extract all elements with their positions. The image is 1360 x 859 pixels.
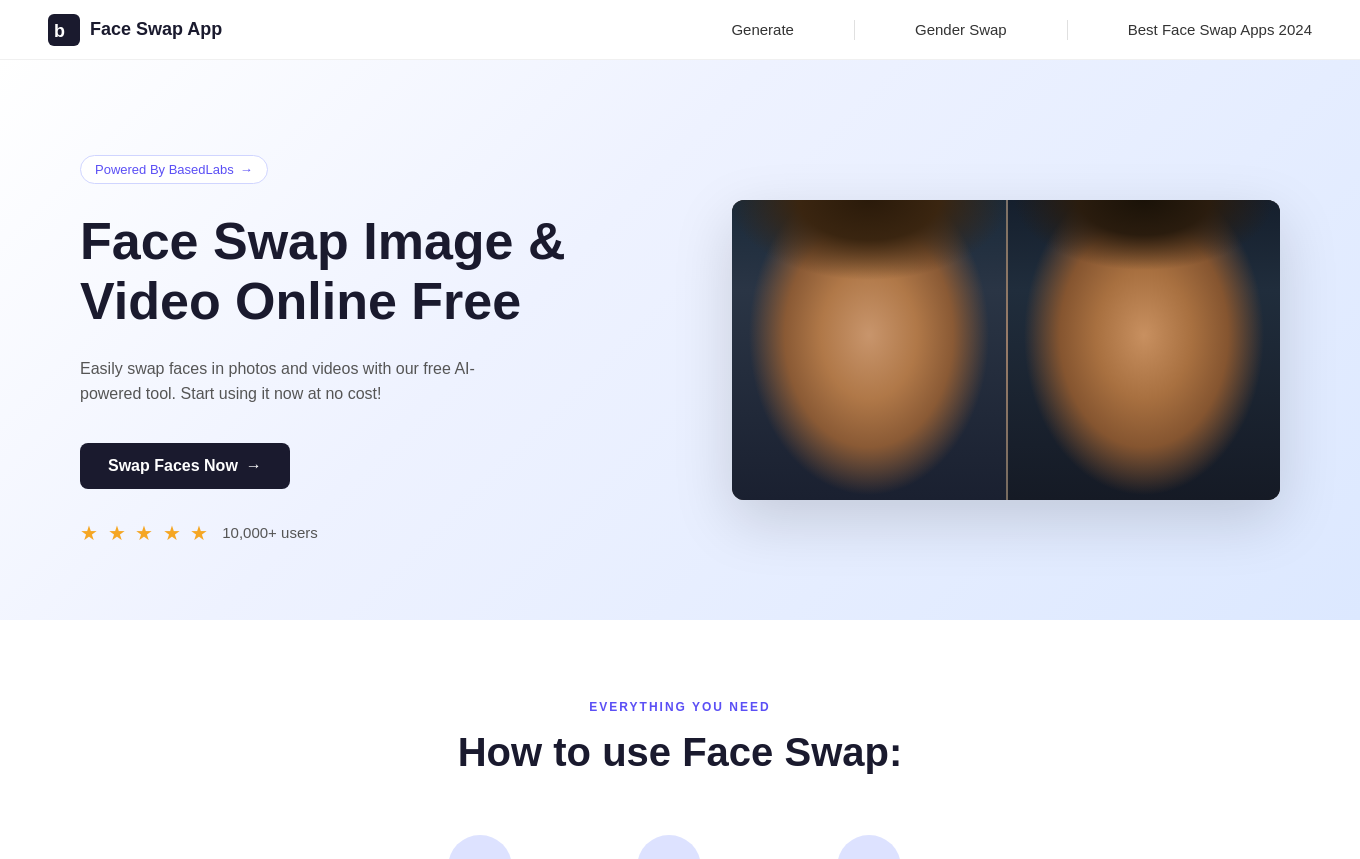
hero-title-line1: Face Swap Image & <box>80 212 566 270</box>
hero-subtitle: Easily swap faces in photos and videos w… <box>80 356 520 407</box>
cta-arrow-icon: → <box>246 457 262 475</box>
step-3-number: 3. <box>860 854 878 859</box>
section-title-text: How to use Face Swap: <box>80 730 1280 775</box>
powered-by-text: Powered By BasedLabs <box>95 162 234 177</box>
face-portrait-before <box>732 200 1006 500</box>
step-2: 2. Select Faces <box>625 835 712 859</box>
nav-links: Generate Gender Swap Best Face Swap Apps… <box>731 20 1312 40</box>
nav-link-best-apps[interactable]: Best Face Swap Apps 2024 <box>1128 21 1312 38</box>
step-1: 1. Upload Photo <box>434 835 525 859</box>
face-swap-preview-image <box>732 200 1280 500</box>
face-before-image <box>732 200 1006 500</box>
brand-name-text: Face Swap App <box>90 19 222 40</box>
powered-by-badge[interactable]: Powered By BasedLabs → <box>80 155 268 184</box>
hero-image-container <box>600 200 1280 500</box>
cta-button-label: Swap Faces Now <box>108 457 238 475</box>
nav-divider-2 <box>1067 20 1068 40</box>
brand-logo-icon: b <box>48 14 80 46</box>
nav-divider-1 <box>854 20 855 40</box>
steps-container: 1. Upload Photo 2. Select Faces 3. Downl… <box>80 835 1280 859</box>
badge-arrow-icon: → <box>240 162 253 177</box>
how-to-section: EVERYTHING YOU NEED How to use Face Swap… <box>0 620 1360 859</box>
hero-content: Powered By BasedLabs → Face Swap Image &… <box>80 155 600 545</box>
hero-section: Powered By BasedLabs → Face Swap Image &… <box>0 60 1360 620</box>
section-tag-text: EVERYTHING YOU NEED <box>80 700 1280 714</box>
step-1-circle: 1. <box>448 835 512 859</box>
swap-faces-cta-button[interactable]: Swap Faces Now → <box>80 443 290 489</box>
nav-link-generate[interactable]: Generate <box>731 21 794 38</box>
navbar: b Face Swap App Generate Gender Swap Bes… <box>0 0 1360 60</box>
hero-title-line2: Video Online Free <box>80 272 521 330</box>
step-2-circle: 2. <box>637 835 701 859</box>
hero-title: Face Swap Image & Video Online Free <box>80 212 600 332</box>
face-after-image <box>1006 200 1280 500</box>
step-3: 3. Download Result <box>812 835 925 859</box>
svg-text:b: b <box>54 21 65 41</box>
social-proof: ★ ★ ★ ★ ★ 10,000+ users <box>80 521 600 545</box>
step-3-circle: 3. <box>837 835 901 859</box>
nav-link-gender-swap[interactable]: Gender Swap <box>915 21 1007 38</box>
step-2-number: 2. <box>660 854 678 859</box>
nav-brand[interactable]: b Face Swap App <box>48 14 222 46</box>
users-count-text: 10,000+ users <box>222 524 318 541</box>
step-1-number: 1. <box>471 854 489 859</box>
face-portrait-after <box>1008 200 1280 500</box>
star-rating: ★ ★ ★ ★ ★ <box>80 521 210 545</box>
